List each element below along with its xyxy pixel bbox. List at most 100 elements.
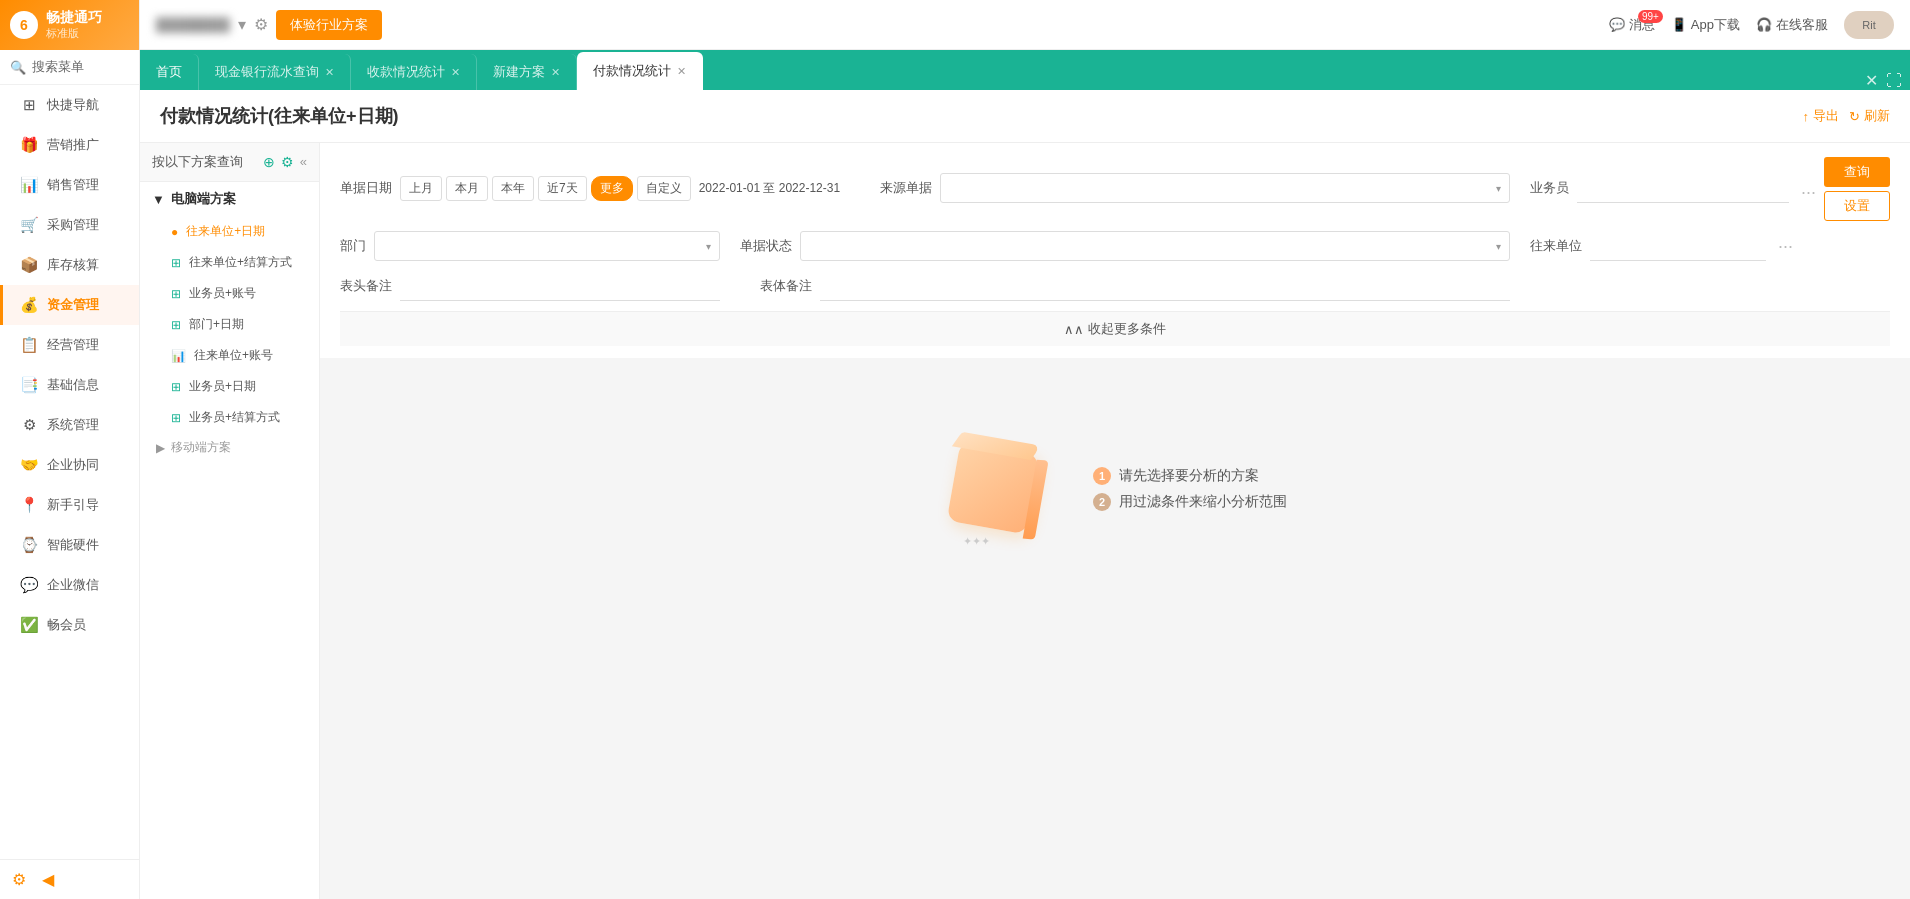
content-area: 付款情况统计(往来单位+日期) ↑ 导出 ↻ 刷新 按以下方案查询 ⊕ [140,90,1910,899]
collapse-more-btn[interactable]: ∧∧ 收起更多条件 [340,311,1890,346]
unit-input[interactable] [1590,231,1766,261]
export-btn[interactable]: ↑ 导出 [1803,107,1840,125]
main-content-area: 单据日期 上月 本月 本年 近7天 更多 自定义 2022-01-01 至 20… [320,143,1910,899]
search-icon: 🔍 [10,60,26,75]
wechat-icon: 💬 [19,575,39,595]
status-select[interactable]: ▾ [800,231,1510,261]
source-label: 来源单据 [880,179,932,197]
date-btn-this-month[interactable]: 本月 [446,176,488,201]
tab-cashflow[interactable]: 现金银行流水查询✕ [199,54,351,90]
member-icon: ✅ [19,615,39,635]
filter-action-btns: 查询 设置 [1824,155,1890,221]
logo-icon: 6 [10,11,38,39]
collapse-sidebar-icon[interactable]: ◀ [42,870,54,889]
nav-label-purchase: 采购管理 [47,216,99,234]
sidebar-item-shortcut[interactable]: ⊞快捷导航 [0,85,139,125]
staff-dots[interactable]: ... [1801,178,1816,199]
basic-icon: 📑 [19,375,39,395]
close-tab-icon[interactable]: ✕ [1865,71,1878,90]
refresh-btn[interactable]: ↻ 刷新 [1849,107,1890,125]
nav-label-member: 畅会员 [47,616,86,634]
sidebar-bottom: ⚙ ◀ [0,859,139,899]
expand-icon[interactable]: ⛶ [1886,72,1902,90]
step-1-text: 请先选择要分析的方案 [1119,467,1259,485]
tab-close-receipt[interactable]: ✕ [451,66,460,79]
topbar-dropdown-icon[interactable]: ▾ [238,15,246,34]
tab-close-new_scheme[interactable]: ✕ [551,66,560,79]
sidebar-item-member[interactable]: ✅ 畅会员 [0,605,139,645]
tab-payment[interactable]: 付款情况统计 ✕ [577,52,703,90]
user-avatar[interactable]: Rit [1844,11,1894,39]
scheme-item-unit-date[interactable]: ● 往来单位+日期 [140,216,319,247]
nav-label-sales: 销售管理 [47,176,99,194]
scheme-item-staff-payment[interactable]: ⊞ 业务员+结算方式 [140,402,319,433]
settings-icon[interactable]: ⚙ [12,870,26,889]
date-btn-this-year[interactable]: 本年 [492,176,534,201]
app-download-btn[interactable]: 📱 App下载 [1671,16,1740,34]
tab-new_scheme[interactable]: 新建方案✕ [477,54,577,90]
tab-home[interactable]: 首页 [140,54,199,90]
refresh-icon: ↻ [1849,109,1860,124]
add-scheme-icon[interactable]: ⊕ [263,154,275,170]
staff-input[interactable] [1577,173,1789,203]
purchase-icon: 🛒 [19,215,39,235]
scheme-group-mobile[interactable]: ▶ 移动端方案 [140,433,319,462]
body-note-input[interactable] [820,271,1510,301]
sidebar-item-finance[interactable]: 💰资金管理 [0,285,139,325]
scheme-item-unit-payment[interactable]: ⊞ 往来单位+结算方式 [140,247,319,278]
scheme-group-pc[interactable]: ▼ 电脑端方案 [140,182,319,216]
sidebar-item-marketing[interactable]: 🎁 营销推广 [0,125,139,165]
message-icon: 💬 [1609,17,1625,32]
avatar-label: Rit [1862,19,1875,31]
tab-label-payment: 付款情况统计 [593,62,671,80]
collapse-scheme-icon[interactable]: « [300,154,307,170]
settings-btn[interactable]: 设置 [1824,191,1890,221]
step-2-text: 用过滤条件来缩小分析范围 [1119,493,1287,511]
tab-close-cashflow[interactable]: ✕ [325,66,334,79]
empty-step-2: 2 用过滤条件来缩小分析范围 [1093,493,1287,511]
date-btn-more[interactable]: 更多 [591,176,633,201]
sidebar-item-wechat[interactable]: 💬企业微信 [0,565,139,605]
page-header: 付款情况统计(往来单位+日期) ↑ 导出 ↻ 刷新 [140,90,1910,143]
message-btn[interactable]: 💬 消息 99+ [1609,16,1655,34]
scheme-sidebar: 按以下方案查询 ⊕ ⚙ « ▼ 电脑端方案 ● 往来单位+日期 ⊞ [140,143,320,899]
export-icon: ↑ [1803,109,1810,124]
sidebar-item-hardware[interactable]: ⌚智能硬件 [0,525,139,565]
sidebar-item-sales[interactable]: 📊销售管理 [0,165,139,205]
nav-label-system: 系统管理 [47,416,99,434]
sidebar-item-guide[interactable]: 📍新手引导 [0,485,139,525]
mobile-group-label: 移动端方案 [171,439,231,456]
sidebar-item-basic[interactable]: 📑基础信息 [0,365,139,405]
try-industry-btn[interactable]: 体验行业方案 [276,10,382,40]
scheme-item-dept-date[interactable]: ⊞ 部门+日期 [140,309,319,340]
sidebar-item-operation[interactable]: 📋经营管理 [0,325,139,365]
online-service-btn[interactable]: 🎧 在线客服 [1756,16,1828,34]
date-btn-custom[interactable]: 自定义 [637,176,691,201]
app-icon: 📱 [1671,17,1687,32]
sidebar-item-cooperation[interactable]: 🤝企业协同 [0,445,139,485]
nav-label-marketing: 营销推广 [47,136,99,154]
dept-select[interactable]: ▾ [374,231,720,261]
source-select[interactable]: ▾ [940,173,1510,203]
unit-label: 往来单位 [1530,237,1582,255]
date-btn-last-7[interactable]: 近7天 [538,176,587,201]
tab-receipt[interactable]: 收款情况统计✕ [351,54,477,90]
nav-label-inventory: 库存核算 [47,256,99,274]
unit-dots[interactable]: ··· [1778,236,1793,257]
scheme-item-staff-date[interactable]: ⊞ 业务员+日期 [140,371,319,402]
tab-close-payment[interactable]: ✕ [677,65,686,78]
topbar-right: 💬 消息 99+ 📱 App下载 🎧 在线客服 Rit [1609,11,1894,39]
sidebar-item-system[interactable]: ⚙系统管理 [0,405,139,445]
nav-label-shortcut: 快捷导航 [47,96,99,114]
date-btn-last-month[interactable]: 上月 [400,176,442,201]
header-note-input[interactable] [400,271,720,301]
topbar-settings-icon[interactable]: ⚙ [254,15,268,34]
sidebar-item-inventory[interactable]: 📦库存核算 [0,245,139,285]
query-btn[interactable]: 查询 [1824,157,1890,187]
scheme-settings-icon[interactable]: ⚙ [281,154,294,170]
sidebar-item-purchase[interactable]: 🛒 采购管理 [0,205,139,245]
search-menu[interactable]: 🔍 搜索菜单 [0,50,139,85]
marketing-icon: 🎁 [19,135,39,155]
scheme-item-staff-account[interactable]: ⊞ 业务员+账号 [140,278,319,309]
scheme-item-unit-account[interactable]: 📊 往来单位+账号 [140,340,319,371]
